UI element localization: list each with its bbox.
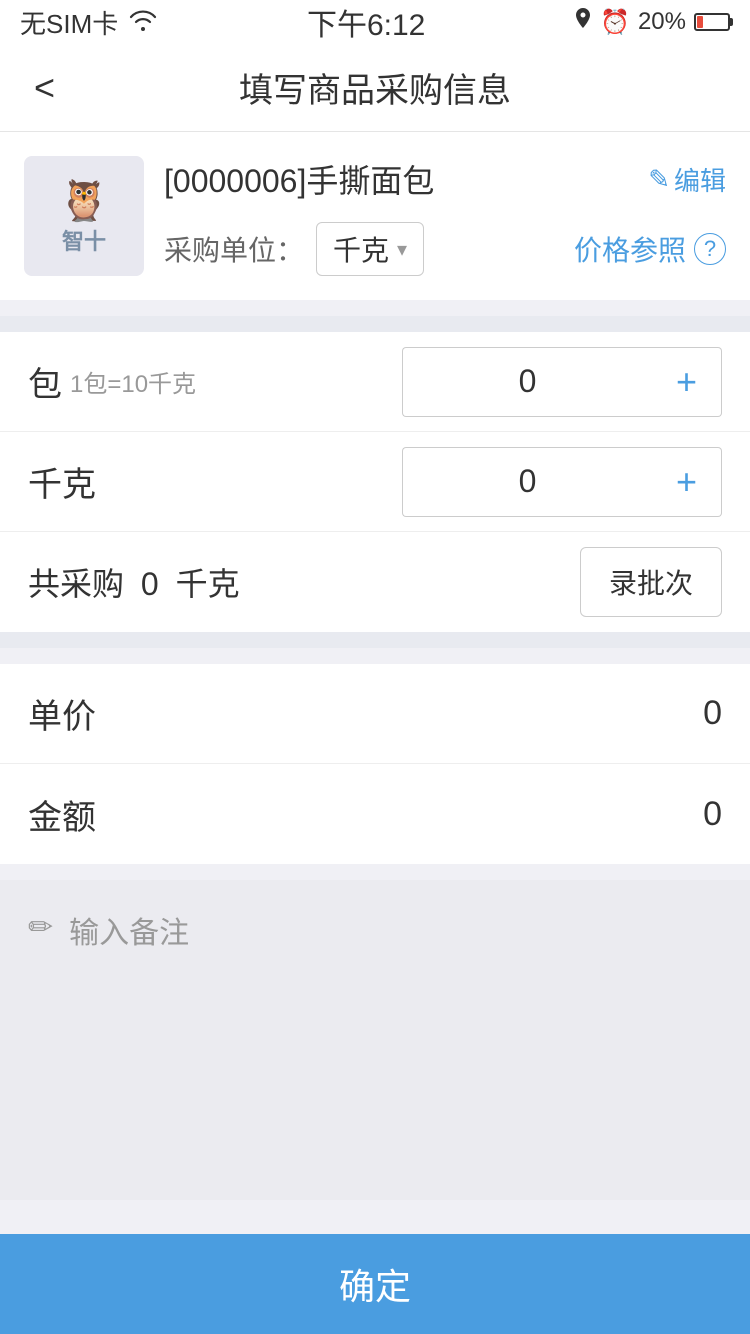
note-section[interactable]: ✏ 输入备注: [0, 880, 750, 1200]
product-name: [0000006]手撕面包: [164, 156, 434, 202]
confirm-button[interactable]: 确定: [0, 1234, 750, 1334]
pencil-icon: ✏: [28, 910, 53, 945]
battery-text: 20%: [638, 8, 686, 36]
nav-bar: < 填写商品采购信息: [0, 44, 750, 132]
page-title: 填写商品采购信息: [239, 63, 511, 112]
confirm-label: 确定: [339, 1258, 411, 1310]
status-bar-time: 下午6:12: [307, 0, 425, 44]
note-placeholder: 输入备注: [69, 908, 189, 952]
edit-icon: ✎: [648, 164, 670, 195]
purchase-unit-label: 采购单位：: [164, 229, 304, 269]
divider-2: [0, 632, 750, 648]
unit-selector-group: 采购单位： 千克 ▾: [164, 222, 424, 276]
status-bar-right: ⏰ 20%: [574, 8, 730, 37]
summary-text: 共采购 0 千克: [28, 559, 240, 605]
price-ref-label: 价格参照: [574, 229, 686, 269]
product-name-row: [0000006]手撕面包 ✎ 编辑: [164, 156, 726, 202]
carrier-text: 无SIM卡: [20, 4, 118, 41]
summary-prefix: 共采购: [28, 566, 124, 602]
kg-plus-button[interactable]: +: [652, 447, 722, 517]
logo-owl: 🦉: [59, 177, 109, 224]
battery-icon: [694, 13, 730, 31]
price-ref-button[interactable]: 价格参照 ?: [574, 229, 726, 269]
price-section: 单价 0 金额 0: [0, 664, 750, 864]
product-logo: 🦉 智十: [59, 177, 109, 256]
purchase-unit-row: 采购单位： 千克 ▾ 价格参照 ?: [164, 222, 726, 276]
amount-label: 金额: [28, 790, 96, 839]
amount-value: 0: [703, 795, 722, 834]
help-icon: ?: [694, 233, 726, 265]
summary-row: 共采购 0 千克 录批次: [0, 532, 750, 632]
status-bar-left: 无SIM卡: [20, 4, 158, 41]
unit-value: 千克: [333, 229, 389, 269]
unit-select[interactable]: 千克 ▾: [316, 222, 424, 276]
bag-input-wrapper: +: [402, 347, 722, 417]
bag-plus-button[interactable]: +: [652, 347, 722, 417]
edit-label: 编辑: [674, 161, 726, 198]
unit-price-row: 单价 0: [0, 664, 750, 764]
unit-price-label: 单价: [28, 689, 96, 738]
kg-label: 千克: [28, 457, 96, 506]
kg-row: 千克 +: [0, 432, 750, 532]
edit-button[interactable]: ✎ 编辑: [648, 161, 726, 198]
divider-1: [0, 316, 750, 332]
summary-amount: 0: [141, 566, 159, 602]
amount-row: 金额 0: [0, 764, 750, 864]
kg-input[interactable]: [402, 447, 652, 517]
back-button[interactable]: <: [24, 57, 65, 119]
bag-sublabel: 1包=10千克: [70, 364, 196, 399]
bag-input[interactable]: [402, 347, 652, 417]
wifi-icon: [128, 7, 158, 38]
kg-input-wrapper: +: [402, 447, 722, 517]
unit-price-value: 0: [703, 694, 722, 733]
bag-label: 包: [28, 357, 62, 406]
batch-button[interactable]: 录批次: [580, 547, 722, 617]
chevron-down-icon: ▾: [397, 237, 407, 262]
bag-row: 包 1包=10千克 +: [0, 332, 750, 432]
alarm-icon: ⏰: [600, 8, 630, 37]
location-icon: [574, 8, 592, 37]
status-bar: 无SIM卡 下午6:12 ⏰ 20%: [0, 0, 750, 44]
input-section: 包 1包=10千克 + 千克 + 共采购 0 千克 录批次: [0, 332, 750, 632]
product-card: 🦉 智十 [0000006]手撕面包 ✎ 编辑 采购单位： 千克 ▾ 价格参照: [0, 132, 750, 300]
product-info: [0000006]手撕面包 ✎ 编辑 采购单位： 千克 ▾ 价格参照 ?: [164, 156, 726, 276]
product-image: 🦉 智十: [24, 156, 144, 276]
summary-unit: 千克: [176, 566, 240, 602]
logo-text: 智十: [62, 224, 106, 256]
